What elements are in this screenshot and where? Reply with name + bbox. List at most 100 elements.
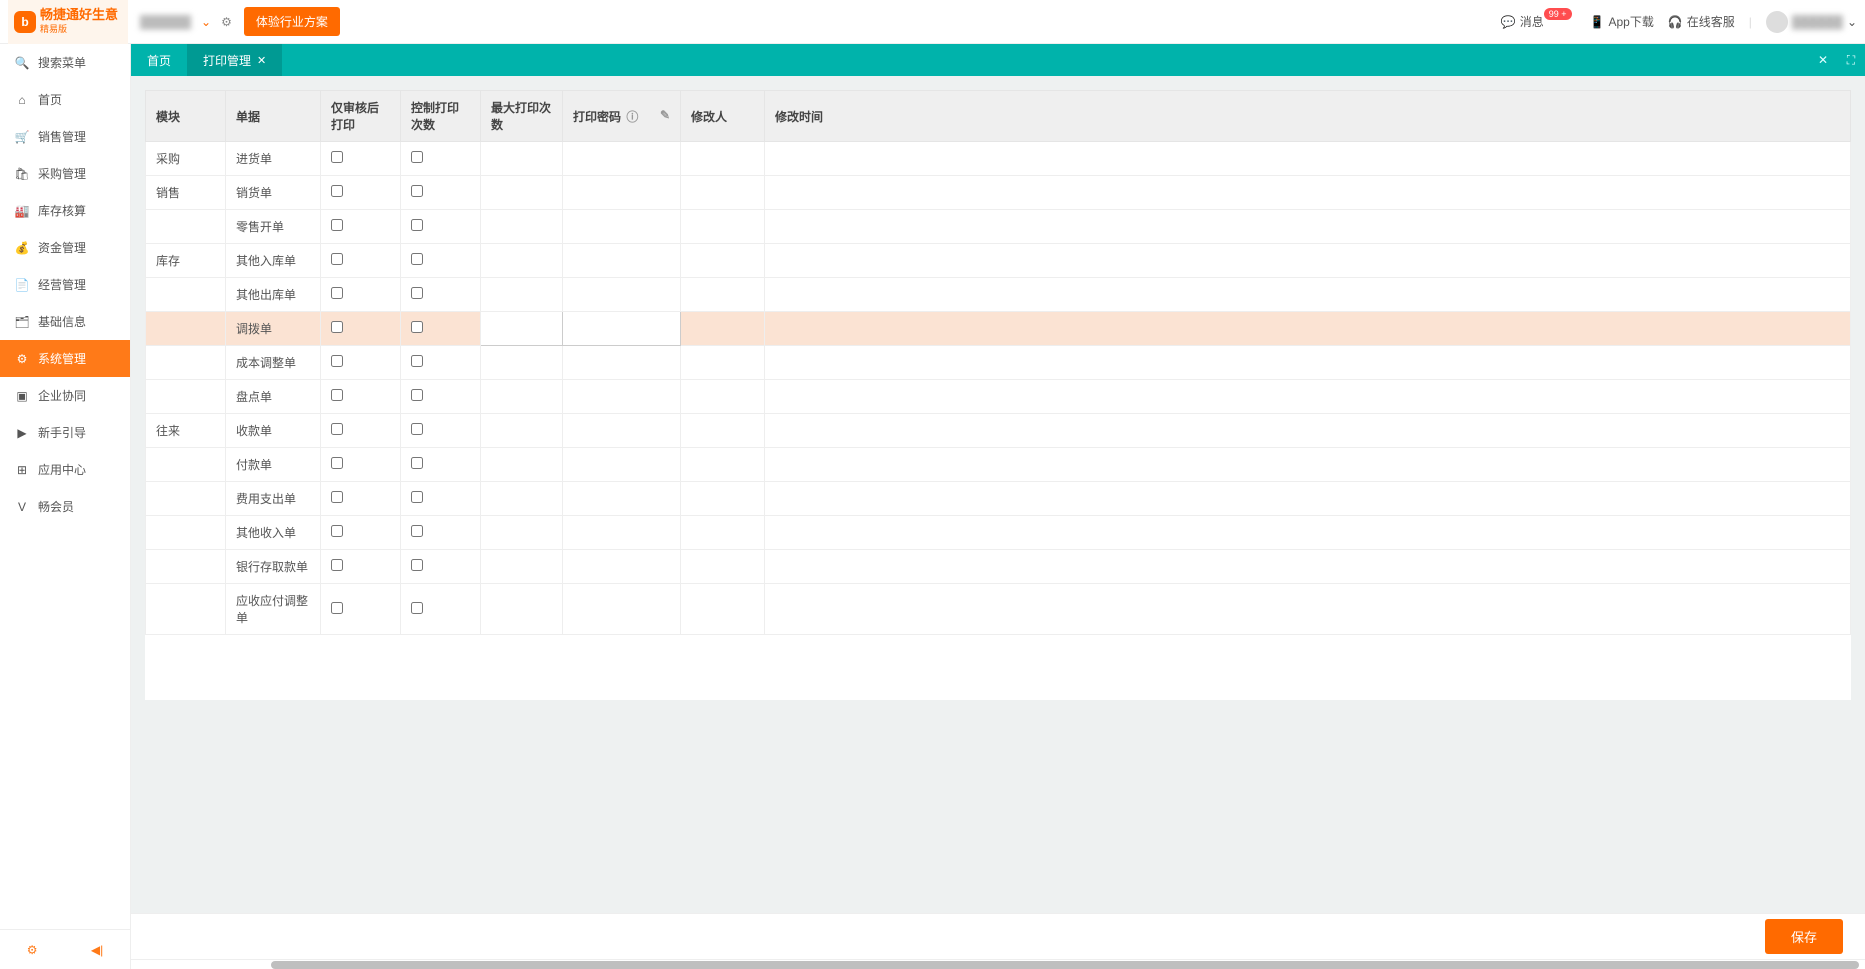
sidebar-item-9[interactable]: ▣企业协同: [0, 377, 130, 414]
cell-modify-time: [765, 176, 1851, 210]
avatar: [1766, 11, 1788, 33]
sidebar-item-8[interactable]: ⚙系统管理: [0, 340, 130, 377]
checkbox-control-count[interactable]: [411, 525, 423, 537]
cell-modifier: [681, 482, 765, 516]
checkbox-audit-print[interactable]: [331, 602, 343, 614]
tab-home[interactable]: 首页: [131, 44, 187, 76]
checkbox-control-count[interactable]: [411, 355, 423, 367]
checkbox-audit-print[interactable]: [331, 457, 343, 469]
cell-modifier: [681, 210, 765, 244]
panel: 模块 单据 仅审核后打印 控制打印次数 最大打印次数 打印密码 ⓘ ✎: [145, 90, 1851, 700]
checkbox-audit-print[interactable]: [331, 423, 343, 435]
checkbox-control-count[interactable]: [411, 253, 423, 265]
plan-button[interactable]: 体验行业方案: [244, 7, 340, 36]
online-service-label: 在线客服: [1687, 13, 1735, 30]
cell-control-count: [401, 142, 481, 176]
close-all-icon[interactable]: ✕: [1809, 44, 1837, 76]
checkbox-audit-print[interactable]: [331, 219, 343, 231]
cell-print-pwd[interactable]: [563, 312, 681, 346]
sidebar-item-3[interactable]: 🛍采购管理: [0, 155, 130, 192]
checkbox-audit-print[interactable]: [331, 151, 343, 163]
checkbox-audit-print[interactable]: [331, 185, 343, 197]
cell-doc: 其他入库单: [226, 244, 321, 278]
save-button[interactable]: 保存: [1765, 919, 1843, 954]
sidebar-item-1[interactable]: ⌂首页: [0, 81, 130, 118]
checkbox-audit-print[interactable]: [331, 253, 343, 265]
cell-doc: 应收应付调整单: [226, 584, 321, 635]
checkbox-control-count[interactable]: [411, 389, 423, 401]
cell-max-count: [481, 244, 563, 278]
cell-module: [146, 584, 226, 635]
sidebar-item-label: 销售管理: [38, 128, 86, 145]
checkbox-audit-print[interactable]: [331, 491, 343, 503]
sidebar-item-10[interactable]: ▶新手引导: [0, 414, 130, 451]
checkbox-audit-print[interactable]: [331, 355, 343, 367]
checkbox-control-count[interactable]: [411, 559, 423, 571]
checkbox-control-count[interactable]: [411, 602, 423, 614]
checkbox-audit-print[interactable]: [331, 559, 343, 571]
cell-print-pwd: [563, 482, 681, 516]
checkbox-control-count[interactable]: [411, 457, 423, 469]
sidebar: 🔍搜索菜单⌂首页🛒销售管理🛍采购管理🏭库存核算💰资金管理📄经营管理🗂基础信息⚙系…: [0, 44, 131, 969]
sidebar-item-12[interactable]: V畅会员: [0, 488, 130, 525]
checkbox-control-count[interactable]: [411, 321, 423, 333]
sidebar-item-11[interactable]: ⊞应用中心: [0, 451, 130, 488]
checkbox-audit-print[interactable]: [331, 287, 343, 299]
table-row: 往来收款单: [146, 414, 1851, 448]
cell-print-pwd: [563, 414, 681, 448]
table-row: 费用支出单: [146, 482, 1851, 516]
cell-control-count: [401, 482, 481, 516]
table-row: 成本调整单: [146, 346, 1851, 380]
app-download-button[interactable]: 📱 App下载: [1590, 13, 1654, 30]
fullscreen-icon[interactable]: ⛶: [1837, 44, 1865, 76]
horizontal-scrollbar[interactable]: [131, 959, 1865, 969]
tab-print-manage[interactable]: 打印管理 ✕: [187, 44, 282, 76]
cell-audit-print: [321, 346, 401, 380]
header: b 畅捷通好生意 精易版 ██████ ⌄ ⚙ 体验行业方案 💬 消息 99 +…: [0, 0, 1865, 44]
checkbox-control-count[interactable]: [411, 151, 423, 163]
cell-max-count[interactable]: [481, 312, 563, 346]
gear-icon[interactable]: ⚙: [221, 15, 232, 29]
tab-print-manage-label: 打印管理: [203, 52, 251, 69]
sidebar-item-0[interactable]: 🔍搜索菜单: [0, 44, 130, 81]
checkbox-control-count[interactable]: [411, 185, 423, 197]
help-icon[interactable]: ⓘ: [626, 110, 638, 124]
logo-subtitle: 精易版: [40, 22, 118, 35]
input-print-pwd[interactable]: [563, 315, 680, 343]
checkbox-control-count[interactable]: [411, 219, 423, 231]
th-max-count: 最大打印次数: [481, 91, 563, 142]
collapse-icon[interactable]: ◀|: [91, 943, 103, 957]
cell-max-count: [481, 482, 563, 516]
checkbox-audit-print[interactable]: [331, 321, 343, 333]
user-menu[interactable]: ██████ ⌄: [1766, 11, 1857, 33]
online-service-button[interactable]: 🎧 在线客服: [1668, 13, 1735, 30]
checkbox-control-count[interactable]: [411, 423, 423, 435]
sidebar-item-4[interactable]: 🏭库存核算: [0, 192, 130, 229]
sidebar-item-icon: 💰: [14, 241, 30, 255]
shop-selector[interactable]: ██████ ⌄: [140, 15, 221, 29]
checkbox-audit-print[interactable]: [331, 525, 343, 537]
sidebar-item-label: 应用中心: [38, 461, 86, 478]
message-icon: 💬: [1501, 15, 1516, 29]
sidebar-item-7[interactable]: 🗂基础信息: [0, 303, 130, 340]
sidebar-item-5[interactable]: 💰资金管理: [0, 229, 130, 266]
cell-module: [146, 448, 226, 482]
table-row: 银行存取款单: [146, 550, 1851, 584]
checkbox-control-count[interactable]: [411, 491, 423, 503]
sidebar-footer: ⚙ ◀|: [0, 929, 130, 969]
input-max-count[interactable]: [481, 315, 562, 343]
sidebar-item-6[interactable]: 📄经营管理: [0, 266, 130, 303]
sidebar-item-icon: 📄: [14, 278, 30, 292]
table-row: 采购进货单: [146, 142, 1851, 176]
edit-icon[interactable]: ✎: [660, 108, 670, 122]
sidebar-item-2[interactable]: 🛒销售管理: [0, 118, 130, 155]
checkbox-audit-print[interactable]: [331, 389, 343, 401]
settings-icon[interactable]: ⚙: [27, 943, 38, 957]
checkbox-control-count[interactable]: [411, 287, 423, 299]
cell-modify-time: [765, 380, 1851, 414]
cell-modify-time: [765, 244, 1851, 278]
close-icon[interactable]: ✕: [257, 54, 266, 67]
messages-button[interactable]: 💬 消息 99 +: [1501, 13, 1576, 30]
table-row: 其他收入单: [146, 516, 1851, 550]
cell-max-count: [481, 414, 563, 448]
